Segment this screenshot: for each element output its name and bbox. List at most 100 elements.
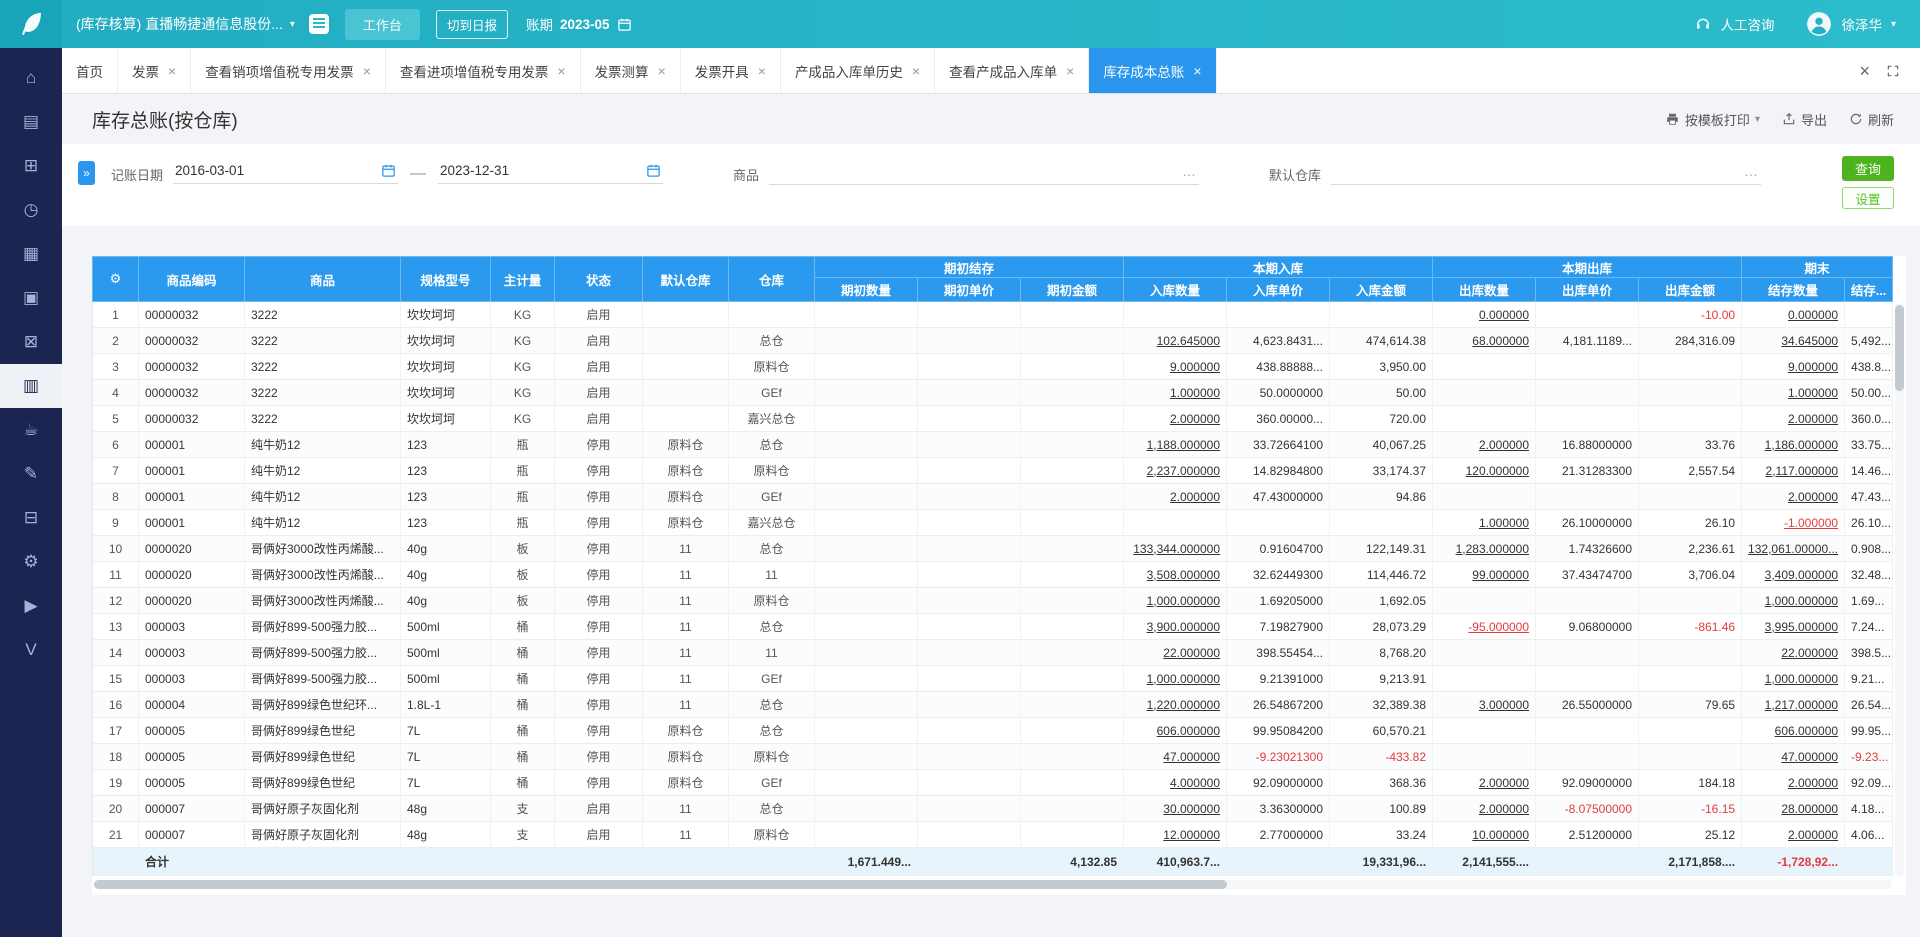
sidebar-item-inventory[interactable]: ▥ <box>0 364 62 408</box>
qty-link[interactable]: 1,217.000000 <box>1765 698 1838 712</box>
settings-button[interactable]: 设置 <box>1842 187 1894 209</box>
qty-link[interactable]: 30.000000 <box>1163 802 1220 816</box>
horizontal-scrollbar-thumb[interactable] <box>94 880 1227 889</box>
qty-link[interactable]: -95.000000 <box>1468 620 1529 634</box>
tab-view-output-vat-invoice[interactable]: 查看销项增值税专用发票 × <box>191 48 386 93</box>
qty-link[interactable]: 0.000000 <box>1479 308 1529 322</box>
tab-close-icon[interactable]: × <box>758 64 766 78</box>
sidebar-item-product[interactable]: ⊠ <box>0 320 62 364</box>
query-button[interactable]: 查询 <box>1842 156 1894 181</box>
avatar[interactable] <box>1806 11 1832 37</box>
calendar-icon[interactable] <box>646 163 661 178</box>
accounting-period[interactable]: 账期 2023-05 <box>526 14 632 34</box>
qty-link[interactable]: 2.000000 <box>1479 802 1529 816</box>
qty-link[interactable]: 1,188.000000 <box>1147 438 1220 452</box>
sidebar-item-invoice[interactable]: ▤ <box>0 100 62 144</box>
qty-link[interactable]: 28.000000 <box>1781 802 1838 816</box>
fullscreen-icon[interactable] <box>1886 64 1900 78</box>
tab-close-icon[interactable]: × <box>1066 64 1074 78</box>
product-input[interactable]: … <box>769 160 1200 185</box>
qty-link[interactable]: 3,508.000000 <box>1147 568 1220 582</box>
qty-link[interactable]: 2,117.000000 <box>1766 464 1839 478</box>
qty-link[interactable]: 3,409.000000 <box>1765 568 1838 582</box>
sidebar-item-settings[interactable]: ⚙ <box>0 540 62 584</box>
qty-link[interactable]: 606.000000 <box>1775 724 1838 738</box>
tab-view-product-inbound[interactable]: 查看产成品入库单 × <box>935 48 1090 93</box>
calendar-icon[interactable] <box>381 163 396 178</box>
tab-inventory-cost-ledger[interactable]: 库存成本总账 × <box>1089 48 1217 93</box>
sidebar-item-service[interactable]: ☕ <box>0 408 62 452</box>
tab-close-icon[interactable]: × <box>912 64 920 78</box>
vertical-scrollbar[interactable] <box>1895 303 1904 877</box>
more-icon[interactable]: … <box>1744 163 1759 179</box>
qty-link[interactable]: 2,237.000000 <box>1147 464 1220 478</box>
qty-link[interactable]: 2.000000 <box>1788 828 1838 842</box>
qty-link[interactable]: 10.000000 <box>1472 828 1529 842</box>
qty-link[interactable]: 2.000000 <box>1170 412 1220 426</box>
tab-view-input-vat-invoice[interactable]: 查看进项增值税专用发票 × <box>386 48 581 93</box>
qty-link[interactable]: 2.000000 <box>1479 776 1529 790</box>
tab-close-icon[interactable]: × <box>557 64 565 78</box>
tab-close-icon[interactable]: × <box>363 64 371 78</box>
qty-link[interactable]: 34.645000 <box>1781 334 1838 348</box>
tab-product-inbound-history[interactable]: 产成品入库单历史 × <box>781 48 936 93</box>
qty-link[interactable]: 2.000000 <box>1479 438 1529 452</box>
qty-link[interactable]: 47.000000 <box>1781 750 1838 764</box>
close-tab-icon[interactable]: × <box>1859 62 1870 80</box>
qty-link[interactable]: 68.000000 <box>1472 334 1529 348</box>
tab-close-icon[interactable]: × <box>168 64 176 78</box>
qty-link[interactable]: 1,000.000000 <box>1765 672 1838 686</box>
tab-close-icon[interactable]: × <box>1193 64 1201 78</box>
qty-link[interactable]: 133,344.000000 <box>1133 542 1220 556</box>
date-to-input[interactable]: 2023-12-31 <box>438 160 664 184</box>
qty-link[interactable]: 9.000000 <box>1788 360 1838 374</box>
qty-link[interactable]: 132,061.00000... <box>1748 542 1838 556</box>
qty-link[interactable]: 2.000000 <box>1170 490 1220 504</box>
column-settings-icon[interactable]: ⚙ <box>92 256 139 302</box>
collapse-filter-button[interactable]: » <box>78 161 95 185</box>
app-logo[interactable] <box>0 0 62 48</box>
qty-link[interactable]: 0.000000 <box>1788 308 1838 322</box>
sidebar-item-document[interactable]: ✎ <box>0 452 62 496</box>
refresh-button[interactable]: 刷新 <box>1849 110 1894 129</box>
vertical-scrollbar-thumb[interactable] <box>1895 305 1904 391</box>
qty-link[interactable]: 3,995.000000 <box>1765 620 1838 634</box>
sidebar-item-brand[interactable]: V <box>0 628 62 672</box>
qty-link[interactable]: 2.000000 <box>1788 776 1838 790</box>
qty-link[interactable]: 1.000000 <box>1170 386 1220 400</box>
tab-invoice[interactable]: 发票 × <box>118 48 192 93</box>
qty-link[interactable]: 3.000000 <box>1479 698 1529 712</box>
switch-daily-button[interactable]: 切到日报 <box>435 9 508 39</box>
sidebar-item-calendar[interactable]: ▣ <box>0 276 62 320</box>
qty-link[interactable]: 9.000000 <box>1170 360 1220 374</box>
qty-link[interactable]: 4.000000 <box>1170 776 1220 790</box>
qty-link[interactable]: 1,220.000000 <box>1147 698 1220 712</box>
sidebar-item-video[interactable]: ▶ <box>0 584 62 628</box>
qty-link[interactable]: 1,000.000000 <box>1147 594 1220 608</box>
date-from-input[interactable]: 2016-03-01 <box>173 160 399 184</box>
qty-link[interactable]: 1,000.000000 <box>1147 672 1220 686</box>
qty-link[interactable]: 12.000000 <box>1163 828 1220 842</box>
tab-home[interactable]: 首页 <box>62 48 118 93</box>
qty-link[interactable]: 1.000000 <box>1479 516 1529 530</box>
company-selector[interactable]: (库存核算) 直播畅捷通信息股份... ▾ <box>76 14 295 34</box>
qty-link[interactable]: 1,000.000000 <box>1765 594 1838 608</box>
qty-link[interactable]: 22.000000 <box>1163 646 1220 660</box>
qty-link[interactable]: 99.000000 <box>1472 568 1529 582</box>
qty-link[interactable]: 2.000000 <box>1788 412 1838 426</box>
qty-link[interactable]: 102.645000 <box>1157 334 1220 348</box>
workbench-button[interactable]: 工作台 <box>344 8 420 40</box>
tab-invoice-calc[interactable]: 发票测算 × <box>581 48 681 93</box>
sidebar-item-history[interactable]: ◷ <box>0 188 62 232</box>
warehouse-input[interactable]: … <box>1331 160 1762 185</box>
export-button[interactable]: 导出 <box>1782 110 1827 129</box>
more-icon[interactable]: … <box>1182 163 1197 179</box>
qty-link[interactable]: 1.000000 <box>1788 386 1838 400</box>
qty-link[interactable]: 1,186.000000 <box>1765 438 1838 452</box>
qty-link[interactable]: 47.000000 <box>1163 750 1220 764</box>
qty-link[interactable]: 606.000000 <box>1157 724 1220 738</box>
qty-link[interactable]: 1,283.000000 <box>1456 542 1529 556</box>
qty-link[interactable]: 2.000000 <box>1788 490 1838 504</box>
memo-icon[interactable] <box>308 14 329 34</box>
sidebar-item-inbox[interactable]: ⊟ <box>0 496 62 540</box>
